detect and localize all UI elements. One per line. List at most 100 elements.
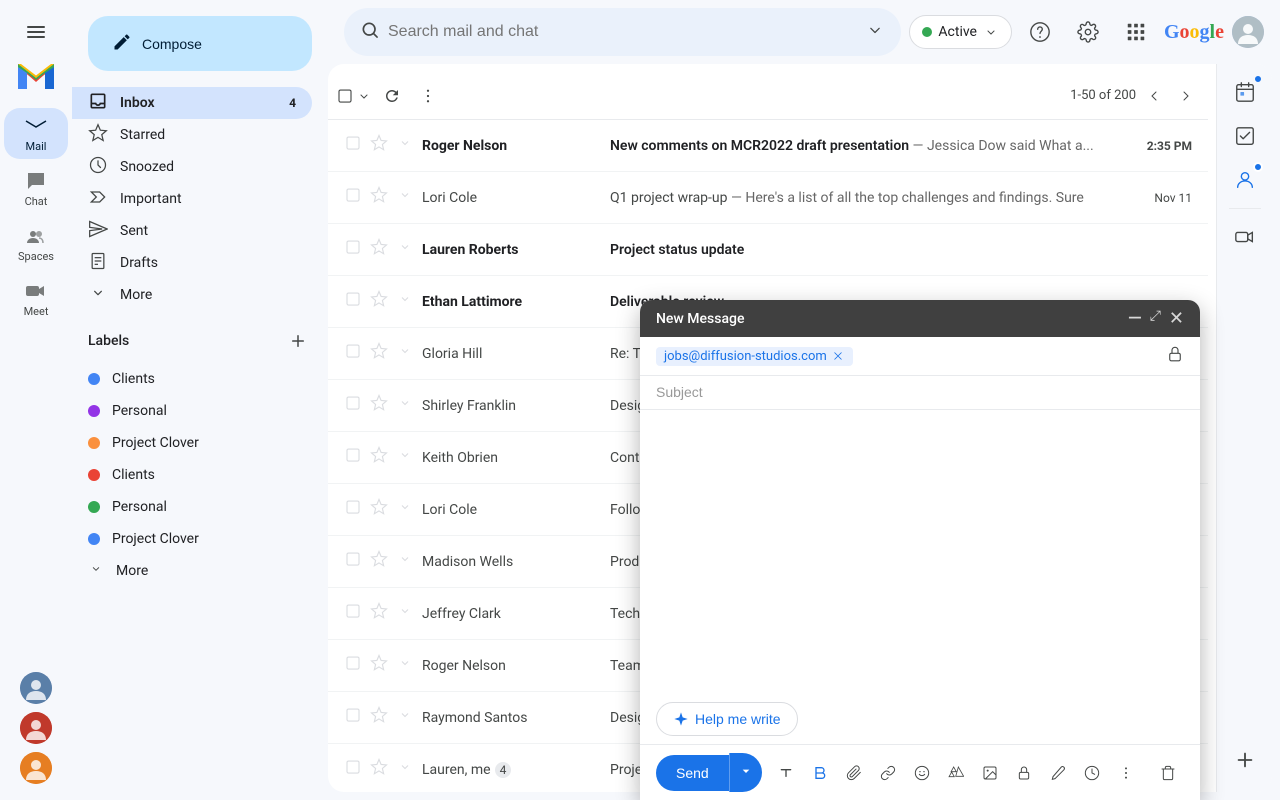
email-checkbox[interactable] bbox=[344, 394, 362, 417]
label-clients-2[interactable]: Clients bbox=[72, 459, 312, 491]
compose-close-button[interactable]: ✕ bbox=[1169, 308, 1184, 329]
email-star[interactable] bbox=[370, 654, 388, 677]
email-star[interactable] bbox=[370, 498, 388, 521]
email-snooze[interactable] bbox=[396, 654, 414, 677]
compose-delete-button[interactable] bbox=[1152, 757, 1184, 789]
page-next-button[interactable] bbox=[1172, 82, 1200, 110]
email-row[interactable]: Lori Cole Q1 project wrap-up — Here's a … bbox=[328, 172, 1208, 224]
email-star[interactable] bbox=[370, 186, 388, 209]
format-bold-button[interactable] bbox=[804, 757, 836, 789]
email-star[interactable] bbox=[370, 134, 388, 157]
nav-spaces[interactable]: Spaces bbox=[4, 218, 68, 269]
email-snooze[interactable] bbox=[396, 602, 414, 625]
page-prev-button[interactable] bbox=[1140, 82, 1168, 110]
compose-header[interactable]: New Message — ⤢ ✕ bbox=[640, 300, 1200, 337]
email-snooze[interactable] bbox=[396, 290, 414, 313]
calendar-icon-rs[interactable] bbox=[1225, 72, 1265, 112]
email-checkbox[interactable] bbox=[344, 342, 362, 365]
more-options-button[interactable] bbox=[412, 80, 444, 112]
email-star[interactable] bbox=[370, 394, 388, 417]
email-checkbox[interactable] bbox=[344, 446, 362, 469]
label-project-clover-2[interactable]: Project Clover bbox=[72, 523, 312, 555]
label-clients-1[interactable]: Clients bbox=[72, 363, 312, 395]
email-snooze[interactable] bbox=[396, 238, 414, 261]
email-star[interactable] bbox=[370, 550, 388, 573]
nav-more[interactable]: More bbox=[72, 279, 312, 311]
email-checkbox[interactable] bbox=[344, 602, 362, 625]
email-snooze[interactable] bbox=[396, 498, 414, 521]
email-star[interactable] bbox=[370, 290, 388, 313]
status-button[interactable]: Active bbox=[909, 15, 1012, 49]
nav-drafts[interactable]: Drafts bbox=[72, 247, 312, 279]
insert-link-button[interactable] bbox=[872, 757, 904, 789]
search-bar[interactable] bbox=[344, 8, 901, 56]
email-star[interactable] bbox=[370, 342, 388, 365]
label-personal-1[interactable]: Personal bbox=[72, 395, 312, 427]
email-checkbox[interactable] bbox=[344, 134, 362, 157]
email-checkbox[interactable] bbox=[344, 706, 362, 729]
insert-emoji-button[interactable] bbox=[906, 757, 938, 789]
email-snooze[interactable] bbox=[396, 134, 414, 157]
label-more[interactable]: More bbox=[72, 555, 312, 587]
encrypt-button[interactable] bbox=[1008, 757, 1040, 789]
compose-expand-button[interactable]: ⤢ bbox=[1150, 308, 1161, 329]
nav-chat[interactable]: Chat bbox=[4, 163, 68, 214]
email-star[interactable] bbox=[370, 706, 388, 729]
compose-button[interactable]: Compose bbox=[88, 16, 312, 71]
email-checkbox[interactable] bbox=[344, 290, 362, 313]
compose-subject-field[interactable] bbox=[640, 376, 1200, 410]
email-row[interactable]: Lauren Roberts Project status update bbox=[328, 224, 1208, 276]
email-checkbox[interactable] bbox=[344, 654, 362, 677]
add-label-button[interactable] bbox=[284, 327, 312, 355]
help-button[interactable] bbox=[1020, 12, 1060, 52]
email-checkbox[interactable] bbox=[344, 498, 362, 521]
compose-lock-icon[interactable] bbox=[1166, 345, 1184, 367]
tasks-icon-rs[interactable] bbox=[1225, 116, 1265, 156]
nav-inbox[interactable]: Inbox 4 bbox=[72, 87, 312, 119]
user-avatar-header[interactable] bbox=[1232, 16, 1264, 48]
nav-sent[interactable]: Sent bbox=[72, 215, 312, 247]
more-compose-button[interactable] bbox=[1110, 757, 1142, 789]
email-snooze[interactable] bbox=[396, 186, 414, 209]
settings-button[interactable] bbox=[1068, 12, 1108, 52]
help-write-button[interactable]: Help me write bbox=[656, 702, 798, 736]
search-dropdown-icon[interactable] bbox=[865, 20, 885, 45]
nav-starred[interactable]: Starred bbox=[72, 119, 312, 151]
email-snooze[interactable] bbox=[396, 706, 414, 729]
email-snooze[interactable] bbox=[396, 394, 414, 417]
email-checkbox[interactable] bbox=[344, 550, 362, 573]
send-button[interactable]: Send bbox=[656, 755, 729, 791]
user-avatar-2[interactable] bbox=[20, 712, 52, 744]
email-snooze[interactable] bbox=[396, 446, 414, 469]
contacts-icon-rs[interactable] bbox=[1225, 160, 1265, 200]
email-snooze[interactable] bbox=[396, 758, 414, 781]
compose-subject-input[interactable] bbox=[656, 384, 1184, 400]
signature-button[interactable] bbox=[1042, 757, 1074, 789]
user-avatar-1[interactable] bbox=[20, 672, 52, 704]
hamburger-button[interactable] bbox=[12, 8, 60, 56]
email-star[interactable] bbox=[370, 602, 388, 625]
email-snooze[interactable] bbox=[396, 550, 414, 573]
add-icon-rs[interactable] bbox=[1225, 744, 1265, 784]
compose-minimize-button[interactable]: — bbox=[1128, 308, 1142, 329]
email-checkbox[interactable] bbox=[344, 186, 362, 209]
select-all-checkbox[interactable] bbox=[336, 87, 372, 105]
nav-mail[interactable]: Mail bbox=[4, 108, 68, 159]
drive-button[interactable] bbox=[940, 757, 972, 789]
search-input[interactable] bbox=[388, 23, 857, 41]
email-star[interactable] bbox=[370, 238, 388, 261]
refresh-button[interactable] bbox=[376, 80, 408, 112]
apps-button[interactable] bbox=[1116, 12, 1156, 52]
email-checkbox[interactable] bbox=[344, 238, 362, 261]
send-dropdown-button[interactable] bbox=[729, 753, 762, 792]
meet-icon-rs[interactable] bbox=[1225, 217, 1265, 257]
attach-file-button[interactable] bbox=[838, 757, 870, 789]
email-star[interactable] bbox=[370, 758, 388, 781]
label-personal-2[interactable]: Personal bbox=[72, 491, 312, 523]
schedule-send-button[interactable] bbox=[1076, 757, 1108, 789]
insert-photo-button[interactable] bbox=[974, 757, 1006, 789]
email-star[interactable] bbox=[370, 446, 388, 469]
label-project-clover-1[interactable]: Project Clover bbox=[72, 427, 312, 459]
user-avatar-3[interactable] bbox=[20, 752, 52, 784]
email-row[interactable]: Roger Nelson New comments on MCR2022 dra… bbox=[328, 120, 1208, 172]
